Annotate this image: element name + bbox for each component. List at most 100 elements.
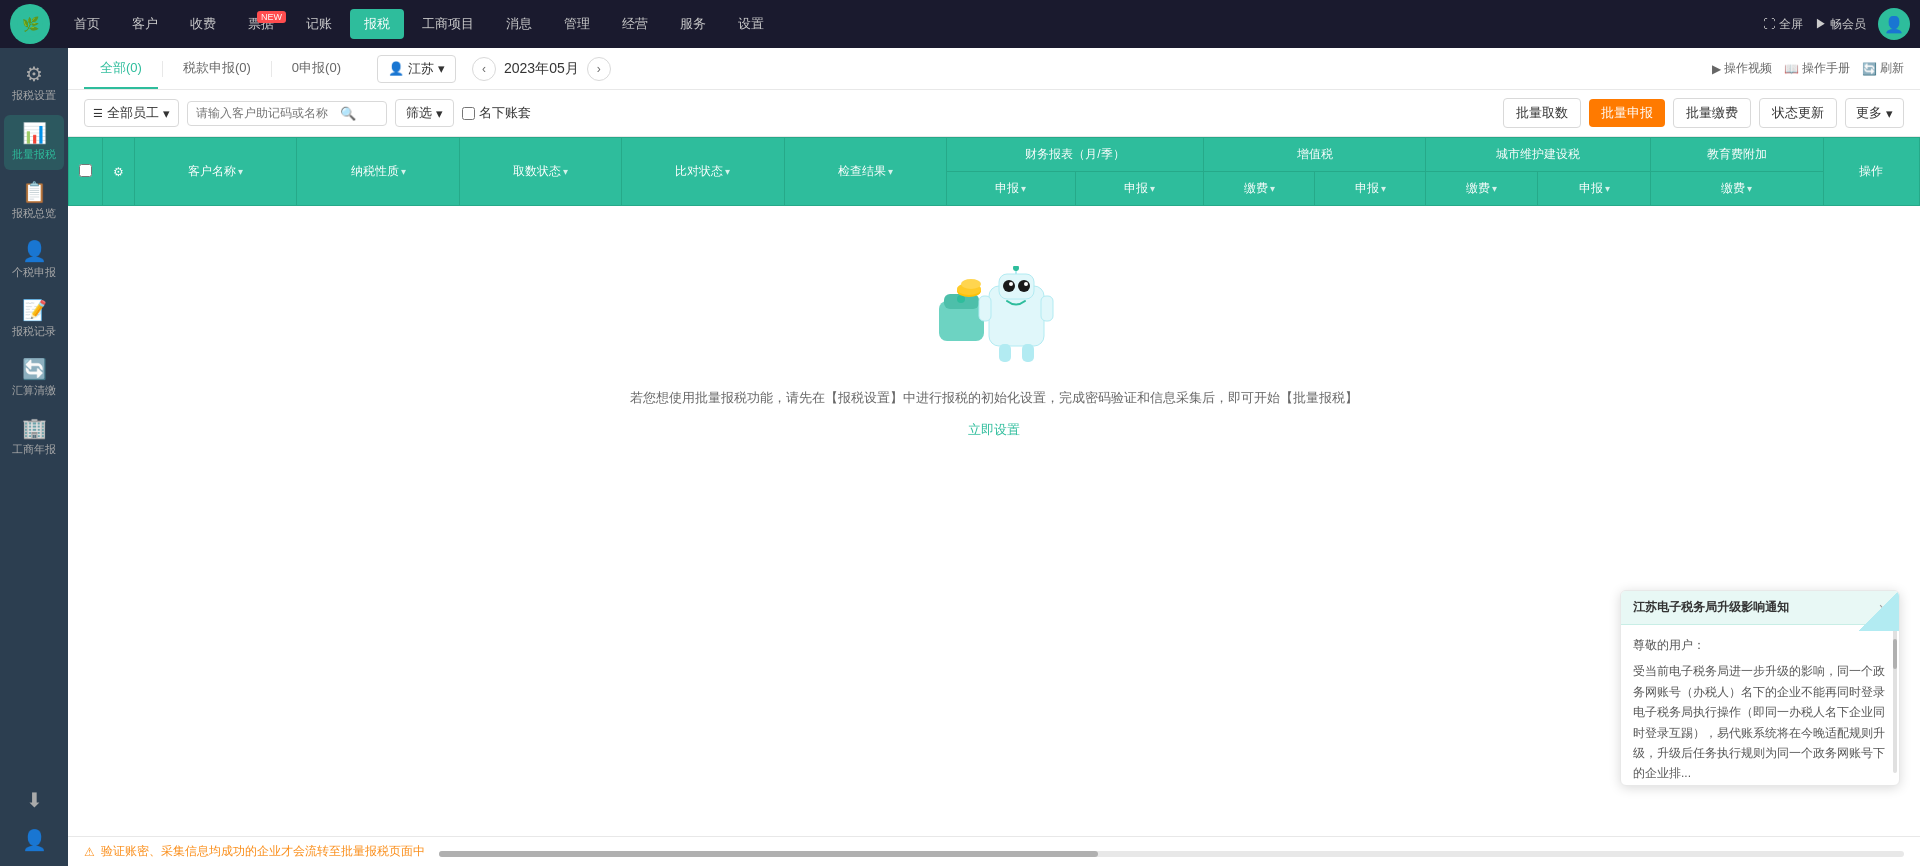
svg-rect-16	[979, 296, 991, 321]
chevron-down-icon: ▾	[438, 61, 445, 76]
fin-declare-filter[interactable]: ▾	[1021, 183, 1026, 194]
member-btn[interactable]: ▶ 畅会员	[1815, 16, 1866, 33]
operation-video-btn[interactable]: ▶ 操作视频	[1712, 60, 1772, 77]
tax-settings-icon: ⚙	[25, 64, 43, 84]
vat-declare-filter[interactable]: ▾	[1150, 183, 1155, 194]
notification-content: 受当前电子税务局进一步升级的影响，同一个政务网账号（办税人）名下的企业不能再同时…	[1633, 661, 1887, 783]
nav-tax[interactable]: 报税	[350, 9, 404, 39]
svg-point-10	[1003, 280, 1015, 292]
search-input[interactable]	[196, 106, 336, 120]
search-icon[interactable]: 🔍	[340, 106, 356, 121]
nav-operation[interactable]: 经营	[608, 9, 662, 39]
sub-account-checkbox[interactable]	[462, 107, 475, 120]
batch-pay-button[interactable]: 批量缴费	[1673, 98, 1751, 128]
vat-pay-filter[interactable]: ▾	[1270, 183, 1275, 194]
province-select[interactable]: 👤 江苏 ▾	[377, 55, 456, 83]
nav-settings[interactable]: 设置	[724, 9, 778, 39]
nav-service[interactable]: 服务	[666, 9, 720, 39]
sidebar-item-individual-tax[interactable]: 👤 个税申报	[4, 233, 64, 288]
th-check-result: 检查结果▾	[784, 138, 946, 206]
check-result-filter-icon[interactable]: ▾	[888, 166, 893, 177]
th-fin-declare: 申报▾	[946, 172, 1075, 206]
nav-industrial[interactable]: 工商项目	[408, 9, 488, 39]
nav-message[interactable]: 消息	[492, 9, 546, 39]
sidebar-download[interactable]: ⬇	[4, 782, 64, 818]
date-navigation: ‹ 2023年05月 ›	[472, 57, 611, 81]
edu-pay-filter[interactable]: ▾	[1747, 183, 1752, 194]
batch-declare-button[interactable]: 批量申报	[1589, 99, 1665, 127]
nav-items: 首页 客户 收费 票据 NEW 记账 报税 工商项目 消息 管理 经营 服务 设…	[60, 9, 1763, 39]
empty-message: 若您想使用批量报税功能，请先在【报税设置】中进行报税的初始化设置，完成密码验证和…	[630, 386, 1358, 409]
user-avatar[interactable]: 👤	[1878, 8, 1910, 40]
prev-month-btn[interactable]: ‹	[472, 57, 496, 81]
tax-nature-filter-icon[interactable]: ▾	[401, 166, 406, 177]
th-operation: 操作	[1823, 138, 1919, 206]
manual-icon: 📖	[1784, 62, 1799, 76]
setup-link[interactable]: 立即设置	[968, 421, 1020, 439]
tax-overview-icon: 📋	[22, 182, 47, 202]
nav-invoice[interactable]: 票据 NEW	[234, 9, 288, 39]
settings-icon[interactable]: ⚙	[113, 165, 124, 179]
sidebar-item-tax-record[interactable]: 📝 报税记录	[4, 292, 64, 347]
tabs-right-actions: ▶ 操作视频 📖 操作手册 🔄 刷新	[1712, 60, 1904, 77]
user-icon: 👤	[22, 830, 47, 850]
compare-status-filter-icon[interactable]: ▾	[725, 166, 730, 177]
nav-fee[interactable]: 收费	[176, 9, 230, 39]
refresh-btn[interactable]: 🔄 刷新	[1862, 60, 1904, 77]
tab-all[interactable]: 全部(0)	[84, 49, 158, 89]
select-all-checkbox[interactable]	[79, 164, 92, 177]
notification-close-btn[interactable]: ×	[1879, 600, 1887, 616]
sidebar-item-tax-settings[interactable]: ⚙ 报税设置	[4, 56, 64, 111]
svg-point-7	[961, 279, 981, 289]
city-declare-filter[interactable]: ▾	[1381, 183, 1386, 194]
fetch-status-filter-icon[interactable]: ▾	[563, 166, 568, 177]
tax-record-icon: 📝	[22, 300, 47, 320]
sidebar-item-annual-settlement[interactable]: 🔄 汇算清缴	[4, 351, 64, 406]
sidebar-item-annual-report[interactable]: 🏢 工商年报	[4, 410, 64, 465]
edu-declare-filter[interactable]: ▾	[1605, 183, 1610, 194]
annual-report-icon: 🏢	[22, 418, 47, 438]
th-financial-report: 财务报表（月/季）	[946, 138, 1203, 172]
nav-management[interactable]: 管理	[550, 9, 604, 39]
sidebar-item-tax-overview[interactable]: 📋 报税总览	[4, 174, 64, 229]
video-icon: ▶	[1712, 62, 1721, 76]
fullscreen-btn[interactable]: ⛶ 全屏	[1763, 16, 1802, 33]
tab-divider-2	[271, 61, 272, 77]
warning-icon: ⚠	[84, 845, 95, 859]
empty-state: 若您想使用批量报税功能，请先在【报税设置】中进行报税的初始化设置，完成密码验证和…	[69, 206, 1920, 499]
th-vat-declare: 申报▾	[1075, 172, 1204, 206]
city-pay-filter[interactable]: ▾	[1492, 183, 1497, 194]
tabs-bar: 全部(0) 税款申报(0) 0申报(0) 👤 江苏 ▾ ‹ 2023年05月 ›	[68, 48, 1920, 90]
batch-fetch-button[interactable]: 批量取数	[1503, 98, 1581, 128]
sub-account-checkbox-label[interactable]: 名下账套	[462, 104, 531, 122]
top-navigation: 🌿 首页 客户 收费 票据 NEW 记账 报税 工商项目 消息 管理 经营 服务…	[0, 0, 1920, 48]
nav-bookkeeping[interactable]: 记账	[292, 9, 346, 39]
sidebar-bottom: ⬇ 👤	[4, 782, 64, 858]
svg-text:🌿: 🌿	[22, 16, 40, 33]
svg-point-12	[1009, 282, 1013, 286]
svg-point-11	[1018, 280, 1030, 292]
individual-tax-icon: 👤	[22, 241, 47, 261]
more-button[interactable]: 更多 ▾	[1845, 98, 1904, 128]
toolbar-right: 批量取数 批量申报 批量缴费 状态更新 更多 ▾	[1503, 98, 1904, 128]
nav-customer[interactable]: 客户	[118, 9, 172, 39]
tab-tax-declare[interactable]: 税款申报(0)	[167, 49, 267, 89]
employee-select[interactable]: ☰ 全部员工 ▾	[84, 99, 179, 127]
svg-rect-19	[1022, 344, 1034, 362]
operation-manual-btn[interactable]: 📖 操作手册	[1784, 60, 1850, 77]
th-vat-pay: 缴费▾	[1204, 172, 1315, 206]
next-month-btn[interactable]: ›	[587, 57, 611, 81]
tab-zero-declare[interactable]: 0申报(0)	[276, 49, 357, 89]
sidebar-item-batch-tax[interactable]: 📊 批量报税	[4, 115, 64, 170]
nav-right: ⛶ 全屏 ▶ 畅会员 👤	[1763, 8, 1910, 40]
customer-filter-icon[interactable]: ▾	[238, 166, 243, 177]
filter-button[interactable]: 筛选 ▾	[395, 99, 454, 127]
province-date: 👤 江苏 ▾	[377, 55, 456, 83]
app-logo: 🌿	[10, 4, 50, 44]
status-update-button[interactable]: 状态更新	[1759, 98, 1837, 128]
download-icon: ⬇	[26, 790, 43, 810]
sidebar-user[interactable]: 👤	[4, 822, 64, 858]
svg-rect-18	[999, 344, 1011, 362]
nav-home[interactable]: 首页	[60, 9, 114, 39]
current-date: 2023年05月	[504, 60, 579, 78]
